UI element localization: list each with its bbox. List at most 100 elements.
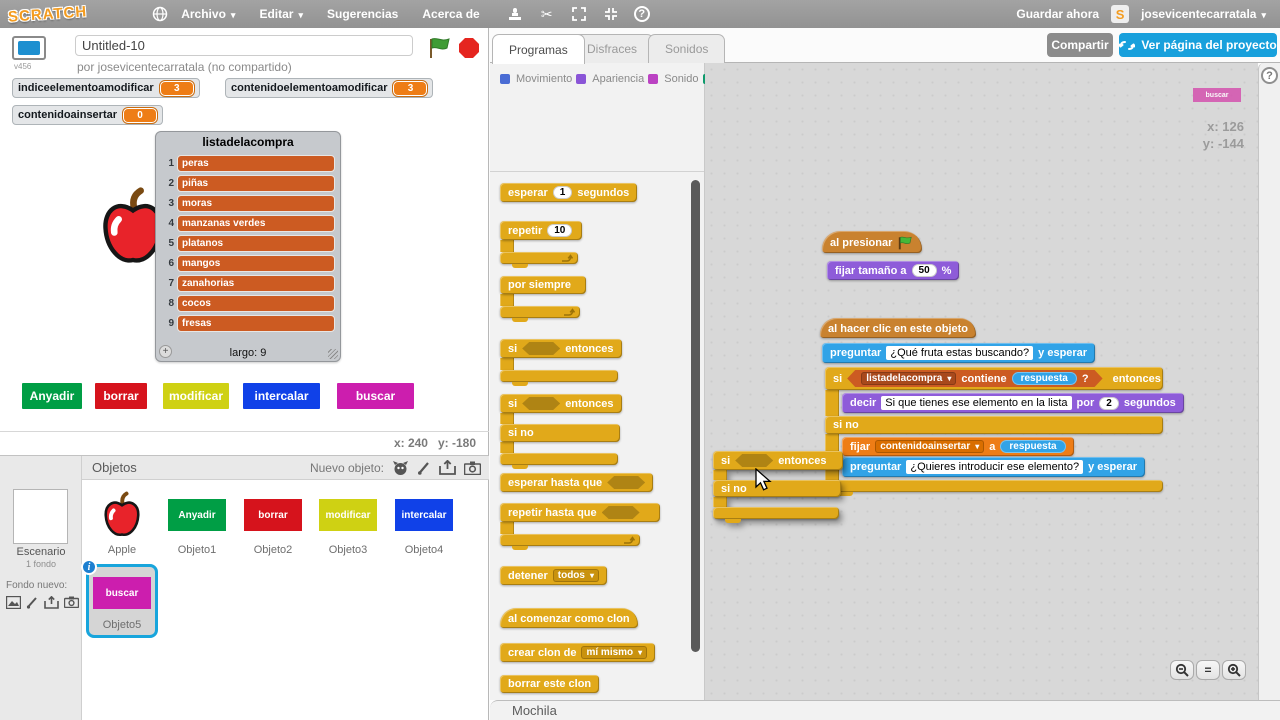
list-watcher-listadelacompra[interactable]: listadelacompra 1 peras 2 piñas 3 moras 4 ma…	[155, 131, 341, 362]
new-sprite-paint-icon[interactable]	[417, 461, 431, 475]
decir-input[interactable]: Si que tienes ese elemento en la lista	[881, 396, 1072, 410]
backdrop-camera-icon[interactable]	[64, 596, 79, 609]
block-detener[interactable]: detener todos	[500, 566, 607, 585]
sprite-card-objeto3[interactable]: modificar Objeto3	[312, 486, 384, 560]
escenario-thumbnail[interactable]	[13, 489, 68, 544]
category-movimiento[interactable]: Movimiento	[496, 69, 572, 89]
new-sprite-upload-icon[interactable]	[439, 460, 456, 475]
zoom-in-icon[interactable]	[1222, 660, 1246, 680]
script-si-sino-block[interactable]: si listadelacompra contiene respuesta ? …	[825, 367, 1184, 496]
palette-scrollbar[interactable]	[691, 180, 700, 652]
sprite-card-objeto4[interactable]: intercalar Objeto4	[388, 486, 460, 560]
block-por-siempre[interactable]: por siempre	[500, 276, 586, 322]
stage-view-icon[interactable]	[12, 36, 46, 60]
sprite-card-objeto1[interactable]: Anyadir Objeto1	[161, 486, 233, 560]
coord-x: x: 240	[393, 436, 428, 450]
block-si-entonces-sino[interactable]: si entonces si no	[500, 394, 622, 469]
project-title-input[interactable]	[75, 35, 413, 56]
menu-archivo[interactable]: Archivo	[169, 7, 247, 21]
stage-sprite-borrar[interactable]: borrar	[95, 383, 147, 409]
crear-clon-dropdown[interactable]: mí mismo	[581, 646, 648, 659]
list-item[interactable]: piñas	[177, 174, 335, 192]
respuesta-reporter[interactable]: respuesta	[1000, 440, 1066, 453]
backpack-bar[interactable]: Mochila	[490, 700, 1280, 720]
script-decir[interactable]: decir Si que tienes ese elemento en la li…	[842, 393, 1184, 413]
menu-editar[interactable]: Editar	[247, 7, 315, 21]
zoom-out-icon[interactable]	[1170, 660, 1194, 680]
script-al-hacer-clic[interactable]: al hacer clic en este objeto	[820, 318, 977, 338]
category-sonido[interactable]: Sonido	[644, 69, 699, 89]
language-globe-icon[interactable]	[151, 5, 169, 23]
list-item[interactable]: fresas	[177, 314, 335, 332]
block-crear-clon[interactable]: crear clon de mí mismo	[500, 643, 656, 662]
block-repetir-hasta[interactable]: repetir hasta que	[500, 503, 660, 550]
block-borrar-este-clon[interactable]: borrar este clon	[500, 675, 600, 693]
tips-help-icon[interactable]: ?	[1261, 67, 1278, 84]
detener-dropdown[interactable]: todos	[552, 569, 599, 582]
user-avatar[interactable]: S	[1111, 5, 1130, 23]
list-item[interactable]: mangos	[177, 254, 335, 272]
watcher-contenidoainsertar[interactable]: contenidoainsertar 0	[12, 105, 164, 125]
scratch-logo[interactable]: SCRATCH	[8, 3, 88, 25]
contiene-boolean[interactable]: listadelacompra contiene respuesta ?	[847, 370, 1102, 387]
escenario-backdrop-count: 1 fondo	[25, 559, 57, 569]
ver-pagina-button[interactable]: Ver página del proyecto	[1119, 33, 1277, 57]
variable-dropdown[interactable]: contenidoainsertar	[875, 440, 985, 453]
sprite-card-objeto5-selected[interactable]: i buscar Objeto5	[81, 559, 158, 638]
list-resize-handle[interactable]	[328, 349, 338, 359]
script-fijar-tamano[interactable]: fijar tamaño a 50%	[827, 261, 960, 280]
script-preguntar-1[interactable]: preguntar ¿Qué fruta estas buscando? y esp…	[822, 343, 1096, 363]
zoom-reset-button[interactable]: =	[1196, 660, 1220, 680]
menu-acerca-de[interactable]: Acerca de	[410, 7, 491, 21]
preguntar-input[interactable]: ¿Qué fruta estas buscando?	[886, 346, 1034, 360]
script-zoom-controls: =	[1170, 660, 1246, 680]
stop-button[interactable]	[459, 38, 479, 58]
list-item[interactable]: peras	[177, 154, 335, 172]
list-item[interactable]: moras	[177, 194, 335, 212]
block-help-icon[interactable]: ?	[633, 6, 650, 22]
list-item[interactable]: platanos	[177, 234, 335, 252]
grow-sprite-icon[interactable]	[570, 5, 588, 23]
backdrop-library-icon[interactable]	[6, 596, 21, 609]
stage-sprite-intercalar[interactable]: intercalar	[243, 383, 320, 409]
block-esperar-hasta[interactable]: esperar hasta que	[500, 473, 654, 492]
shrink-sprite-icon[interactable]	[602, 5, 620, 23]
stage-sprite-anyadir[interactable]: Anyadir	[22, 383, 82, 409]
block-si-entonces[interactable]: si entonces	[500, 339, 622, 386]
delete-scissors-icon[interactable]: ✂	[538, 5, 556, 23]
stage-sprite-buscar[interactable]: buscar	[337, 383, 414, 409]
dragged-si-sino-block[interactable]: si entonces si no	[713, 451, 843, 523]
green-flag-button[interactable]	[428, 37, 452, 59]
tab-sonidos[interactable]: Sonidos	[648, 34, 726, 63]
list-item[interactable]: manzanas verdes	[177, 214, 335, 232]
script-al-presionar-bandera[interactable]: al presionar	[822, 231, 923, 253]
respuesta-reporter[interactable]: respuesta	[1012, 372, 1077, 385]
menu-sugerencias[interactable]: Sugerencias	[315, 7, 410, 21]
tab-programas[interactable]: Programas	[492, 34, 585, 64]
backdrop-paint-icon[interactable]	[26, 596, 39, 609]
list-item[interactable]: zanahorias	[177, 274, 335, 292]
category-apariencia[interactable]: Apariencia	[572, 69, 644, 89]
backdrop-upload-icon[interactable]	[44, 596, 59, 609]
watcher-indiceelementoamodificar[interactable]: indiceelementoamodificar 3	[12, 78, 200, 98]
preguntar-input[interactable]: ¿Quieres introducir ese elemento?	[906, 460, 1084, 474]
block-al-comenzar-como-clon[interactable]: al comenzar como clon	[500, 608, 638, 628]
watcher-contenidoelementoamodificar[interactable]: contenidoelementoamodificar 3	[225, 78, 434, 98]
block-repetir[interactable]: repetir 10	[500, 221, 582, 268]
tips-panel-strip[interactable]	[1258, 63, 1280, 700]
sprite-info-icon[interactable]: i	[81, 559, 97, 575]
duplicate-stamp-icon[interactable]	[506, 5, 524, 23]
new-sprite-camera-icon[interactable]	[464, 461, 481, 475]
sprite-card-apple[interactable]: Apple	[86, 486, 158, 560]
compartir-button[interactable]: Compartir	[1047, 33, 1113, 57]
script-fijar-variable[interactable]: fijarcontenidoainsertararespuesta	[842, 437, 1074, 456]
block-esperar-segundos[interactable]: esperar 1 segundos	[500, 183, 638, 202]
new-sprite-library-icon[interactable]	[392, 460, 409, 476]
lista-dropdown[interactable]: listadelacompra	[861, 372, 956, 385]
save-now-link[interactable]: Guardar ahora	[1016, 7, 1099, 21]
sprite-card-objeto2[interactable]: borrar Objeto2	[237, 486, 309, 560]
list-item[interactable]: cocos	[177, 294, 335, 312]
stage-sprite-modificar[interactable]: modificar	[163, 383, 229, 409]
username-menu[interactable]: josevicentecarratala	[1141, 7, 1266, 21]
script-preguntar-2[interactable]: preguntar ¿Quieres introducir ese element…	[842, 457, 1146, 477]
